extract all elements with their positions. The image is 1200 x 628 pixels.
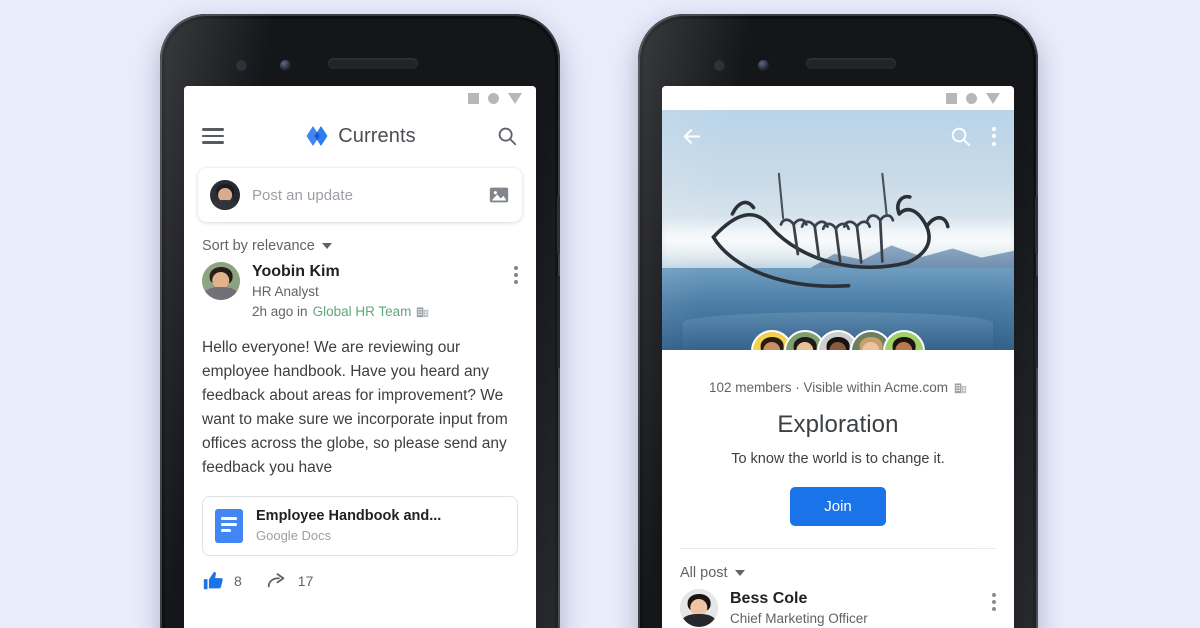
community-title: Exploration <box>777 411 899 438</box>
member-avatars[interactable] <box>662 330 1014 350</box>
hero-top-bar <box>662 110 1014 162</box>
post-filter-control[interactable]: All post <box>662 549 1014 589</box>
post-header: Yoobin Kim HR Analyst 2h ago in Global H… <box>202 262 518 322</box>
like-count: 8 <box>234 573 242 590</box>
status-bar <box>184 86 536 110</box>
search-icon[interactable] <box>496 125 518 147</box>
composer-card[interactable]: Post an update <box>198 168 522 222</box>
power-button[interactable] <box>557 196 560 254</box>
search-icon[interactable] <box>949 125 972 148</box>
author-avatar[interactable] <box>202 262 240 300</box>
post-author-role: Chief Marketing Officer <box>730 611 868 626</box>
attachment-title: Employee Handbook and... <box>256 507 442 524</box>
feed-post: Yoobin Kim HR Analyst 2h ago in Global H… <box>184 262 536 592</box>
post-body: Hello everyone! We are reviewing our emp… <box>202 338 508 476</box>
post-reactions: 8 17 <box>202 570 518 592</box>
post-header: Bess Cole Chief Marketing Officer 2h ago… <box>680 589 996 628</box>
post-filter-label: All post <box>680 565 728 581</box>
square-icon <box>946 92 957 104</box>
join-button[interactable]: Join <box>790 487 886 526</box>
power-button[interactable] <box>1035 196 1038 254</box>
front-sensor-icon <box>716 62 723 69</box>
volume-button[interactable] <box>557 276 560 368</box>
community-meta: 102 members · Visible within Acme.com <box>680 380 996 395</box>
sort-label: Sort by relevance <box>202 238 315 254</box>
share-count: 17 <box>297 573 314 590</box>
community-hero-image <box>662 110 1014 350</box>
post-author-name: Yoobin Kim <box>252 263 340 280</box>
currents-logo-icon <box>306 126 328 146</box>
phone-frame: 102 members · Visible within Acme.com Ex… <box>638 14 1038 628</box>
screenshot-stage: Currents Post an update Sort by relevanc… <box>0 0 1200 628</box>
google-docs-icon <box>215 508 243 543</box>
post-time: 2h ago in <box>252 303 308 319</box>
community-tagline: To know the world is to change it. <box>731 451 945 467</box>
post-author-info: Yoobin Kim HR Analyst 2h ago in Global H… <box>252 262 502 322</box>
front-camera-icon <box>758 60 769 71</box>
circle-icon <box>488 92 499 104</box>
post-author-name: Bess Cole <box>730 590 808 607</box>
left-screen: Currents Post an update Sort by relevanc… <box>184 86 536 628</box>
right-screen: 102 members · Visible within Acme.com Ex… <box>662 86 1014 628</box>
more-options-icon[interactable] <box>992 126 996 146</box>
earpiece-speaker <box>806 58 896 69</box>
hamburger-menu-icon[interactable] <box>202 128 224 144</box>
attachment-info: Employee Handbook and... Google Docs <box>256 507 441 545</box>
community-icon <box>417 307 429 318</box>
community-info: 102 members · Visible within Acme.com Ex… <box>662 350 1014 549</box>
triangle-icon <box>508 92 522 104</box>
community-icon <box>954 383 967 394</box>
post-author-role: HR Analyst <box>252 284 319 299</box>
square-icon <box>468 92 479 104</box>
front-camera-icon <box>280 60 291 71</box>
chevron-down-icon <box>321 243 332 249</box>
status-bar <box>662 86 1014 110</box>
attachment-subtitle: Google Docs <box>256 527 332 543</box>
sort-control[interactable]: Sort by relevance <box>184 222 536 262</box>
app-bar: Currents <box>184 110 536 162</box>
chevron-down-icon <box>734 570 745 576</box>
user-avatar <box>210 180 240 210</box>
post-community-link[interactable]: Global HR Team <box>313 302 412 322</box>
sun-voyager-sculpture-icon <box>711 172 950 288</box>
thumbs-up-icon[interactable] <box>202 570 224 592</box>
member-avatar[interactable] <box>883 330 925 350</box>
front-sensor-icon <box>238 62 245 69</box>
author-avatar[interactable] <box>680 589 718 627</box>
phone-frame: Currents Post an update Sort by relevanc… <box>160 14 560 628</box>
more-options-icon[interactable] <box>514 262 518 284</box>
volume-button[interactable] <box>1035 276 1038 368</box>
post-author-info: Bess Cole Chief Marketing Officer 2h ago… <box>730 589 980 628</box>
right-phone: 102 members · Visible within Acme.com Ex… <box>638 14 1038 628</box>
triangle-icon <box>986 92 1000 104</box>
back-arrow-icon[interactable] <box>680 125 703 148</box>
post-update-placeholder: Post an update <box>252 186 353 204</box>
feed-post: Bess Cole Chief Marketing Officer 2h ago… <box>662 589 1014 628</box>
share-arrow-icon[interactable] <box>266 570 288 592</box>
community-meta-text: 102 members · Visible within Acme.com <box>708 380 949 395</box>
earpiece-speaker <box>328 58 418 69</box>
left-phone: Currents Post an update Sort by relevanc… <box>160 14 560 628</box>
attachment-card[interactable]: Employee Handbook and... Google Docs <box>202 495 518 557</box>
more-options-icon[interactable] <box>992 589 996 611</box>
image-icon[interactable] <box>488 184 510 206</box>
post-meta: 2h ago in Global HR Team <box>252 302 502 322</box>
brand: Currents <box>224 125 496 148</box>
brand-name: Currents <box>338 124 416 147</box>
circle-icon <box>966 92 977 104</box>
